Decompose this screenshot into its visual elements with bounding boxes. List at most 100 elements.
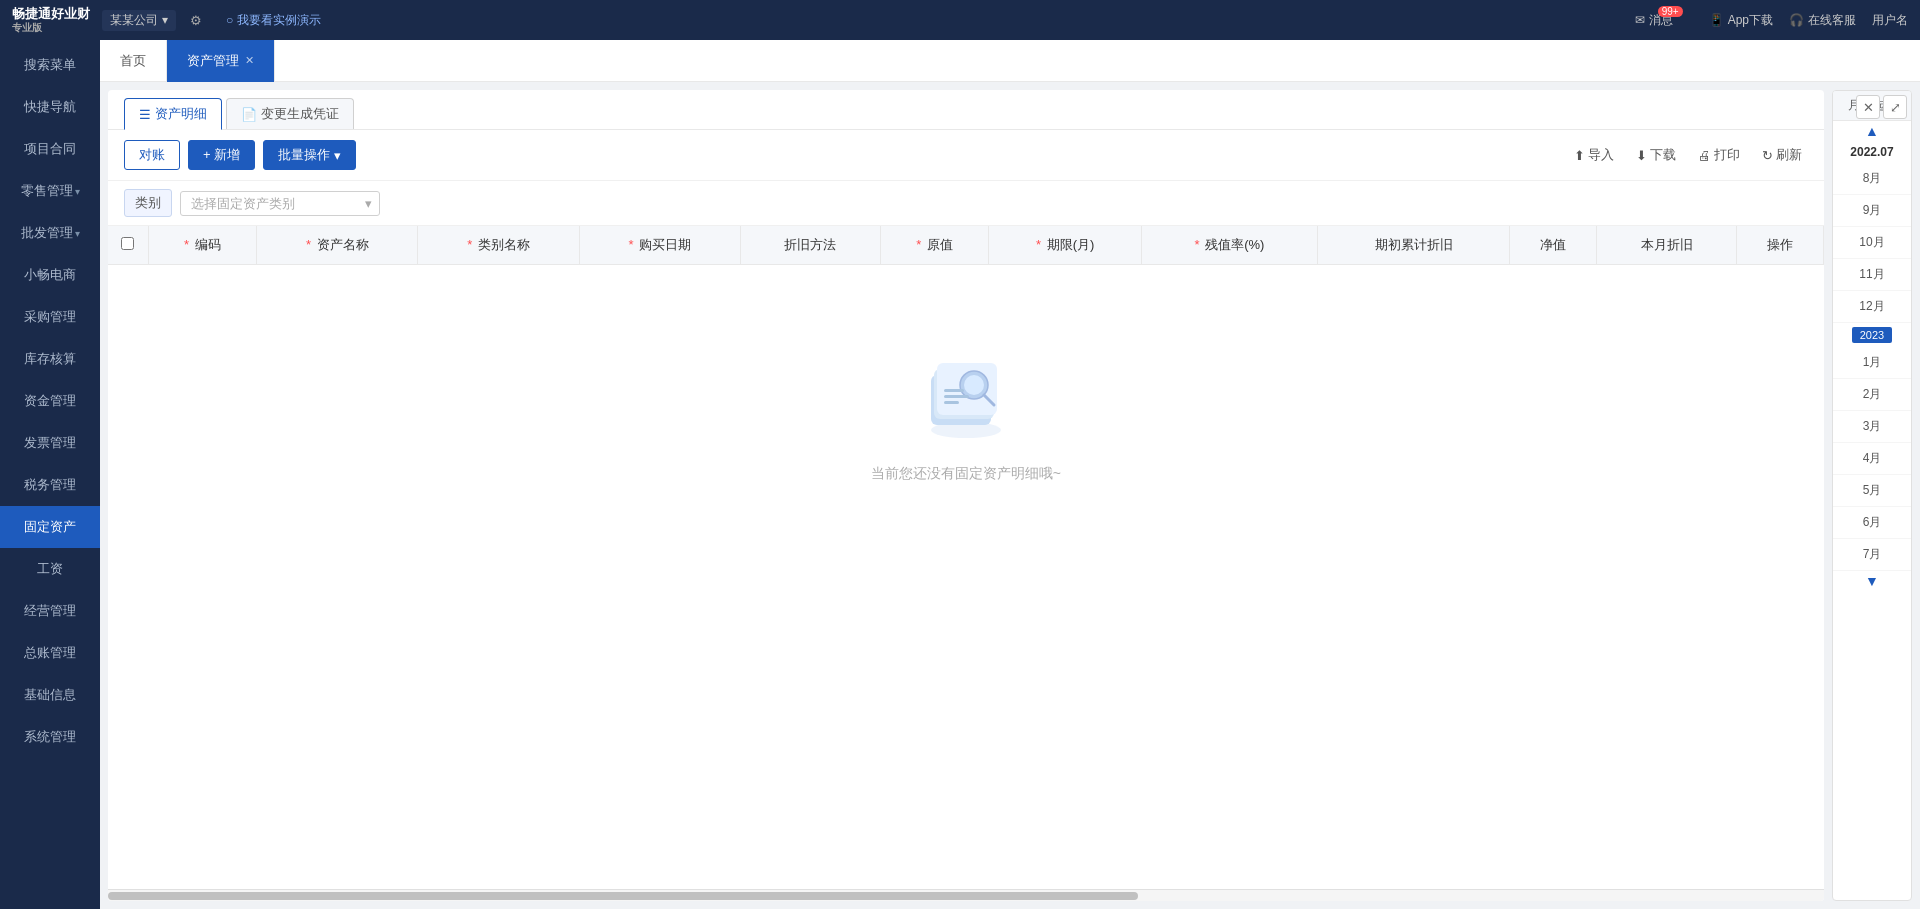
- year-2022-label: 2022.07: [1833, 141, 1911, 163]
- cloud-icon: ○: [226, 13, 233, 27]
- tab-asset-management[interactable]: 资产管理 ✕: [167, 40, 275, 82]
- col-monthly-depreciation: 本月折旧: [1597, 226, 1737, 265]
- close-panel-btn[interactable]: ✕: [1856, 95, 1880, 119]
- maximize-panel-btn[interactable]: ⤢: [1883, 95, 1907, 119]
- user-info[interactable]: 用户名: [1872, 12, 1908, 29]
- tab-bar: 首页 资产管理 ✕: [100, 40, 1920, 82]
- horizontal-scrollbar[interactable]: [108, 889, 1824, 901]
- chevron-down-icon: ▾: [334, 148, 341, 163]
- topbar-right: ✉ 消息 99+ 📱 App下载 🎧 在线客服 用户名: [1635, 12, 1908, 29]
- sidebar-item-tax[interactable]: 税务管理: [0, 464, 100, 506]
- col-asset-name: * 资产名称: [257, 226, 418, 265]
- topbar: 畅捷通好业财 专业版 某某公司 ▾ ⚙ ○ 我要看实例演示 ✉ 消息 99+ 📱…: [0, 0, 1920, 40]
- empty-illustration: [906, 345, 1026, 445]
- match-btn[interactable]: 对账: [124, 140, 180, 170]
- sub-tab-bar: ☰ 资产明细 📄 变更生成凭证: [108, 90, 1824, 130]
- sidebar-item-quicknav[interactable]: 快捷导航: [0, 86, 100, 128]
- settings-icon[interactable]: ⚙: [190, 13, 202, 28]
- phone-icon: 📱: [1709, 13, 1724, 27]
- svg-rect-8: [944, 395, 969, 398]
- month-11[interactable]: 11月: [1833, 259, 1911, 291]
- col-operation: 操作: [1736, 226, 1823, 265]
- sidebar-item-base-info[interactable]: 基础信息: [0, 674, 100, 716]
- app-download-btn[interactable]: 📱 App下载: [1709, 12, 1773, 29]
- page-main: ☰ 资产明细 📄 变更生成凭证 对账 + 新增 批量操作 ▾: [108, 90, 1824, 901]
- col-purchase-date: * 购买日期: [579, 226, 740, 265]
- category-select[interactable]: 选择固定资产类别: [180, 191, 380, 216]
- month-nav-up[interactable]: ▲: [1833, 121, 1911, 141]
- demo-link[interactable]: ○ 我要看实例演示: [226, 12, 321, 29]
- month-7[interactable]: 7月: [1833, 539, 1911, 571]
- col-category: * 类别名称: [418, 226, 579, 265]
- sidebar-item-invoice[interactable]: 发票管理: [0, 422, 100, 464]
- month-6[interactable]: 6月: [1833, 507, 1911, 539]
- refresh-btn[interactable]: ↻ 刷新: [1756, 142, 1808, 168]
- toolbar-right: ⬆ 导入 ⬇ 下载 🖨 打印 ↻ 刷新: [1568, 142, 1808, 168]
- category-select-wrap: 选择固定资产类别 ▾: [180, 191, 380, 216]
- filter-bar: 类别 选择固定资产类别 ▾: [108, 181, 1824, 226]
- company-selector[interactable]: 某某公司 ▾: [102, 10, 176, 31]
- sidebar-item-finance[interactable]: 资金管理: [0, 380, 100, 422]
- sub-tab-generate-voucher[interactable]: 📄 变更生成凭证: [226, 98, 354, 129]
- month-10[interactable]: 10月: [1833, 227, 1911, 259]
- tab-home[interactable]: 首页: [100, 40, 167, 82]
- empty-state-row: 当前您还没有固定资产明细哦~: [108, 265, 1824, 564]
- print-btn[interactable]: 🖨 打印: [1692, 142, 1746, 168]
- table-header-row: * 编码 * 资产名称 * 类别名称: [108, 226, 1824, 265]
- message-icon: ✉: [1635, 13, 1645, 27]
- sidebar-item-purchase[interactable]: 采购管理: [0, 296, 100, 338]
- year-2023-badge: 2023: [1852, 327, 1892, 343]
- sidebar-item-project[interactable]: 项目合同: [0, 128, 100, 170]
- online-service-btn[interactable]: 🎧 在线客服: [1789, 12, 1856, 29]
- month-nav-down[interactable]: ▼: [1833, 571, 1911, 591]
- month-9[interactable]: 9月: [1833, 195, 1911, 227]
- add-btn[interactable]: + 新增: [188, 140, 255, 170]
- sidebar-item-ledger[interactable]: 总账管理: [0, 632, 100, 674]
- sidebar-item-operations[interactable]: 经营管理: [0, 590, 100, 632]
- month-3[interactable]: 3月: [1833, 411, 1911, 443]
- sidebar-item-wholesale[interactable]: 批发管理 ▾: [0, 212, 100, 254]
- sidebar-item-salary[interactable]: 工资: [0, 548, 100, 590]
- sidebar-item-ecommerce[interactable]: 小畅电商: [0, 254, 100, 296]
- batch-btn[interactable]: 批量操作 ▾: [263, 140, 356, 170]
- panel-controls: ✕ ⤢: [1856, 95, 1907, 119]
- download-btn[interactable]: ⬇ 下载: [1630, 142, 1682, 168]
- month-2[interactable]: 2月: [1833, 379, 1911, 411]
- close-icon[interactable]: ✕: [245, 54, 254, 67]
- sidebar-item-system[interactable]: 系统管理: [0, 716, 100, 758]
- scrollbar-thumb[interactable]: [108, 892, 1138, 900]
- sidebar-item-fixed-assets[interactable]: 固定资产: [0, 506, 100, 548]
- sidebar-item-retail[interactable]: 零售管理 ▾: [0, 170, 100, 212]
- select-all-checkbox[interactable]: [121, 237, 134, 250]
- svg-rect-7: [944, 389, 964, 392]
- message-btn[interactable]: ✉ 消息 99+: [1635, 12, 1673, 29]
- month-4[interactable]: 4月: [1833, 443, 1911, 475]
- sidebar-item-inventory[interactable]: 库存核算: [0, 338, 100, 380]
- sidebar-item-search[interactable]: 搜索菜单: [0, 44, 100, 86]
- col-code: * 编码: [148, 226, 257, 265]
- month-5[interactable]: 5月: [1833, 475, 1911, 507]
- sidebar: 搜索菜单 快捷导航 项目合同 零售管理 ▾ 批发管理 ▾ 小畅电商 采购管理 库…: [0, 40, 100, 909]
- refresh-icon: ↻: [1762, 148, 1773, 163]
- toolbar: 对账 + 新增 批量操作 ▾ ⬆ 导入 ⬇ 下载: [108, 130, 1824, 181]
- empty-text: 当前您还没有固定资产明细哦~: [871, 465, 1061, 483]
- month-12[interactable]: 12月: [1833, 291, 1911, 323]
- sub-tab-asset-detail[interactable]: ☰ 资产明细: [124, 98, 222, 130]
- import-btn[interactable]: ⬆ 导入: [1568, 142, 1620, 168]
- col-net-value: 净值: [1510, 226, 1597, 265]
- col-original-value: * 原值: [880, 226, 989, 265]
- app-logo: 畅捷通好业财 专业版: [12, 6, 90, 34]
- asset-table: * 编码 * 资产名称 * 类别名称: [108, 226, 1824, 889]
- inner-content: ☰ 资产明细 📄 变更生成凭证 对账 + 新增 批量操作 ▾: [100, 82, 1920, 909]
- month-8[interactable]: 8月: [1833, 163, 1911, 195]
- month-panel: ✕ ⤢ 月份选择 ▲ 2022.07 8月 9月 10月 11月 12月 202…: [1832, 90, 1912, 901]
- download-icon: ⬇: [1636, 148, 1647, 163]
- import-icon: ⬆: [1574, 148, 1585, 163]
- col-accumulated-depreciation: 期初累计折旧: [1317, 226, 1509, 265]
- col-depreciation-method: 折旧方法: [741, 226, 881, 265]
- month-1[interactable]: 1月: [1833, 347, 1911, 379]
- svg-rect-9: [944, 401, 959, 404]
- empty-state: 当前您还没有固定资产明细哦~: [108, 265, 1824, 563]
- category-label: 类别: [124, 189, 172, 217]
- chevron-down-icon: ▾: [162, 13, 168, 27]
